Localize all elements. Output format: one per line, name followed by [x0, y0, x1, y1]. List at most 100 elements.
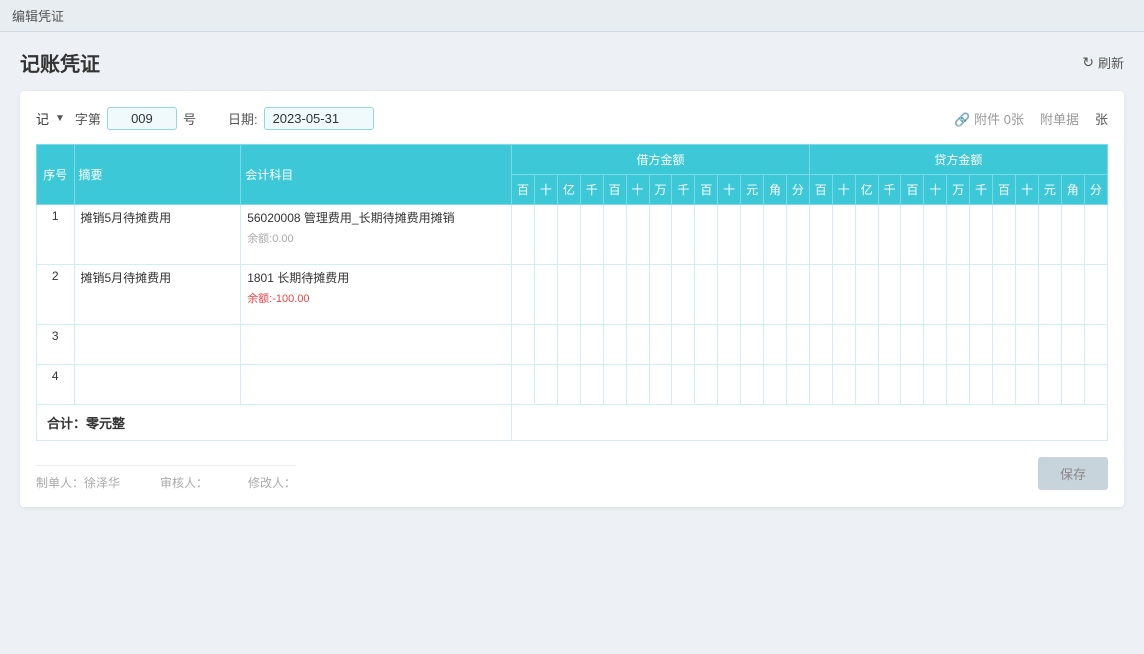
row-account-2[interactable] — [241, 325, 512, 365]
row-credit-digit-1-1[interactable] — [832, 265, 855, 325]
row-credit-digit-2-4[interactable] — [901, 325, 924, 365]
row-debit-digit-0-10[interactable] — [741, 205, 764, 265]
row-debit-digit-1-9[interactable] — [718, 265, 741, 325]
refresh-button[interactable]: ↻ 刷新 — [1082, 53, 1124, 72]
type-dropdown-icon[interactable]: ▼ — [55, 113, 65, 124]
row-credit-digit-1-11[interactable] — [1061, 265, 1084, 325]
row-debit-digit-3-5[interactable] — [626, 365, 649, 405]
row-summary-2[interactable] — [74, 325, 241, 365]
row-debit-digit-3-11[interactable] — [764, 365, 787, 405]
row-debit-digit-2-0[interactable] — [512, 325, 535, 365]
row-debit-digit-3-8[interactable] — [695, 365, 718, 405]
row-debit-digit-2-8[interactable] — [695, 325, 718, 365]
row-credit-digit-0-0[interactable] — [809, 205, 832, 265]
row-debit-digit-1-6[interactable] — [649, 265, 672, 325]
row-credit-digit-3-3[interactable] — [878, 365, 901, 405]
row-credit-digit-3-9[interactable] — [1016, 365, 1039, 405]
row-debit-digit-0-5[interactable] — [626, 205, 649, 265]
row-debit-digit-2-7[interactable] — [672, 325, 695, 365]
row-debit-digit-2-9[interactable] — [718, 325, 741, 365]
row-account-1[interactable]: 1801 长期待摊费用余额:-100.00 — [241, 265, 512, 325]
row-debit-digit-0-6[interactable] — [649, 205, 672, 265]
row-credit-digit-1-2[interactable] — [855, 265, 878, 325]
row-debit-digit-0-0[interactable] — [512, 205, 535, 265]
row-summary-0[interactable]: 摊销5月待摊费用 — [74, 205, 241, 265]
row-debit-digit-1-1[interactable] — [534, 265, 557, 325]
row-credit-digit-0-3[interactable] — [878, 205, 901, 265]
row-debit-digit-2-4[interactable] — [603, 325, 626, 365]
row-credit-digit-2-5[interactable] — [924, 325, 947, 365]
row-debit-digit-0-3[interactable] — [580, 205, 603, 265]
row-debit-digit-3-2[interactable] — [557, 365, 580, 405]
single-receipt-link[interactable]: 附单据 — [1040, 109, 1079, 128]
row-credit-digit-1-7[interactable] — [970, 265, 993, 325]
row-credit-digit-3-8[interactable] — [993, 365, 1016, 405]
row-credit-digit-2-6[interactable] — [947, 325, 970, 365]
voucher-number-input[interactable] — [107, 107, 177, 130]
row-debit-digit-3-0[interactable] — [512, 365, 535, 405]
row-debit-digit-0-2[interactable] — [557, 205, 580, 265]
row-debit-digit-1-8[interactable] — [695, 265, 718, 325]
row-credit-digit-1-0[interactable] — [809, 265, 832, 325]
row-debit-digit-0-11[interactable] — [764, 205, 787, 265]
row-credit-digit-3-0[interactable] — [809, 365, 832, 405]
row-credit-digit-2-9[interactable] — [1016, 325, 1039, 365]
row-debit-digit-2-6[interactable] — [649, 325, 672, 365]
row-debit-digit-2-2[interactable] — [557, 325, 580, 365]
save-button[interactable]: 保存 — [1038, 457, 1108, 490]
row-debit-digit-2-11[interactable] — [764, 325, 787, 365]
row-debit-digit-1-4[interactable] — [603, 265, 626, 325]
row-debit-digit-3-7[interactable] — [672, 365, 695, 405]
row-debit-digit-3-3[interactable] — [580, 365, 603, 405]
row-debit-digit-1-5[interactable] — [626, 265, 649, 325]
row-credit-digit-1-3[interactable] — [878, 265, 901, 325]
row-debit-digit-1-10[interactable] — [741, 265, 764, 325]
date-input[interactable] — [264, 107, 374, 130]
row-debit-digit-1-7[interactable] — [672, 265, 695, 325]
row-debit-digit-0-8[interactable] — [695, 205, 718, 265]
row-credit-digit-3-4[interactable] — [901, 365, 924, 405]
row-credit-digit-3-10[interactable] — [1038, 365, 1061, 405]
row-credit-digit-0-11[interactable] — [1061, 205, 1084, 265]
row-credit-digit-0-1[interactable] — [832, 205, 855, 265]
row-credit-digit-2-2[interactable] — [855, 325, 878, 365]
row-debit-digit-3-12[interactable] — [786, 365, 809, 405]
row-account-3[interactable] — [241, 365, 512, 405]
row-debit-digit-3-6[interactable] — [649, 365, 672, 405]
row-credit-digit-2-12[interactable] — [1084, 325, 1107, 365]
row-debit-digit-1-12[interactable] — [786, 265, 809, 325]
row-credit-digit-3-12[interactable] — [1084, 365, 1107, 405]
row-debit-digit-0-7[interactable] — [672, 205, 695, 265]
row-debit-digit-0-4[interactable] — [603, 205, 626, 265]
row-credit-digit-3-6[interactable] — [947, 365, 970, 405]
row-credit-digit-3-1[interactable] — [832, 365, 855, 405]
row-credit-digit-0-9[interactable] — [1016, 205, 1039, 265]
row-credit-digit-0-8[interactable] — [993, 205, 1016, 265]
row-debit-digit-1-11[interactable] — [764, 265, 787, 325]
row-debit-digit-3-10[interactable] — [741, 365, 764, 405]
row-debit-digit-3-1[interactable] — [534, 365, 557, 405]
row-debit-digit-2-3[interactable] — [580, 325, 603, 365]
attachment-link[interactable]: 🔗 附件 0张 — [954, 109, 1024, 128]
row-credit-digit-2-11[interactable] — [1061, 325, 1084, 365]
row-debit-digit-3-9[interactable] — [718, 365, 741, 405]
row-credit-digit-1-6[interactable] — [947, 265, 970, 325]
row-credit-digit-3-7[interactable] — [970, 365, 993, 405]
row-credit-digit-1-9[interactable] — [1016, 265, 1039, 325]
row-debit-digit-0-12[interactable] — [786, 205, 809, 265]
row-credit-digit-1-4[interactable] — [901, 265, 924, 325]
row-debit-digit-1-0[interactable] — [512, 265, 535, 325]
row-account-0[interactable]: 56020008 管理费用_长期待摊费用摊销余额:0.00 — [241, 205, 512, 265]
row-credit-digit-3-5[interactable] — [924, 365, 947, 405]
row-debit-digit-2-5[interactable] — [626, 325, 649, 365]
row-summary-3[interactable] — [74, 365, 241, 405]
row-debit-digit-2-12[interactable] — [786, 325, 809, 365]
row-debit-digit-1-2[interactable] — [557, 265, 580, 325]
row-credit-digit-0-12[interactable] — [1084, 205, 1107, 265]
row-credit-digit-0-6[interactable] — [947, 205, 970, 265]
row-credit-digit-0-7[interactable] — [970, 205, 993, 265]
row-credit-digit-1-12[interactable] — [1084, 265, 1107, 325]
row-credit-digit-2-3[interactable] — [878, 325, 901, 365]
row-credit-digit-2-8[interactable] — [993, 325, 1016, 365]
row-debit-digit-1-3[interactable] — [580, 265, 603, 325]
